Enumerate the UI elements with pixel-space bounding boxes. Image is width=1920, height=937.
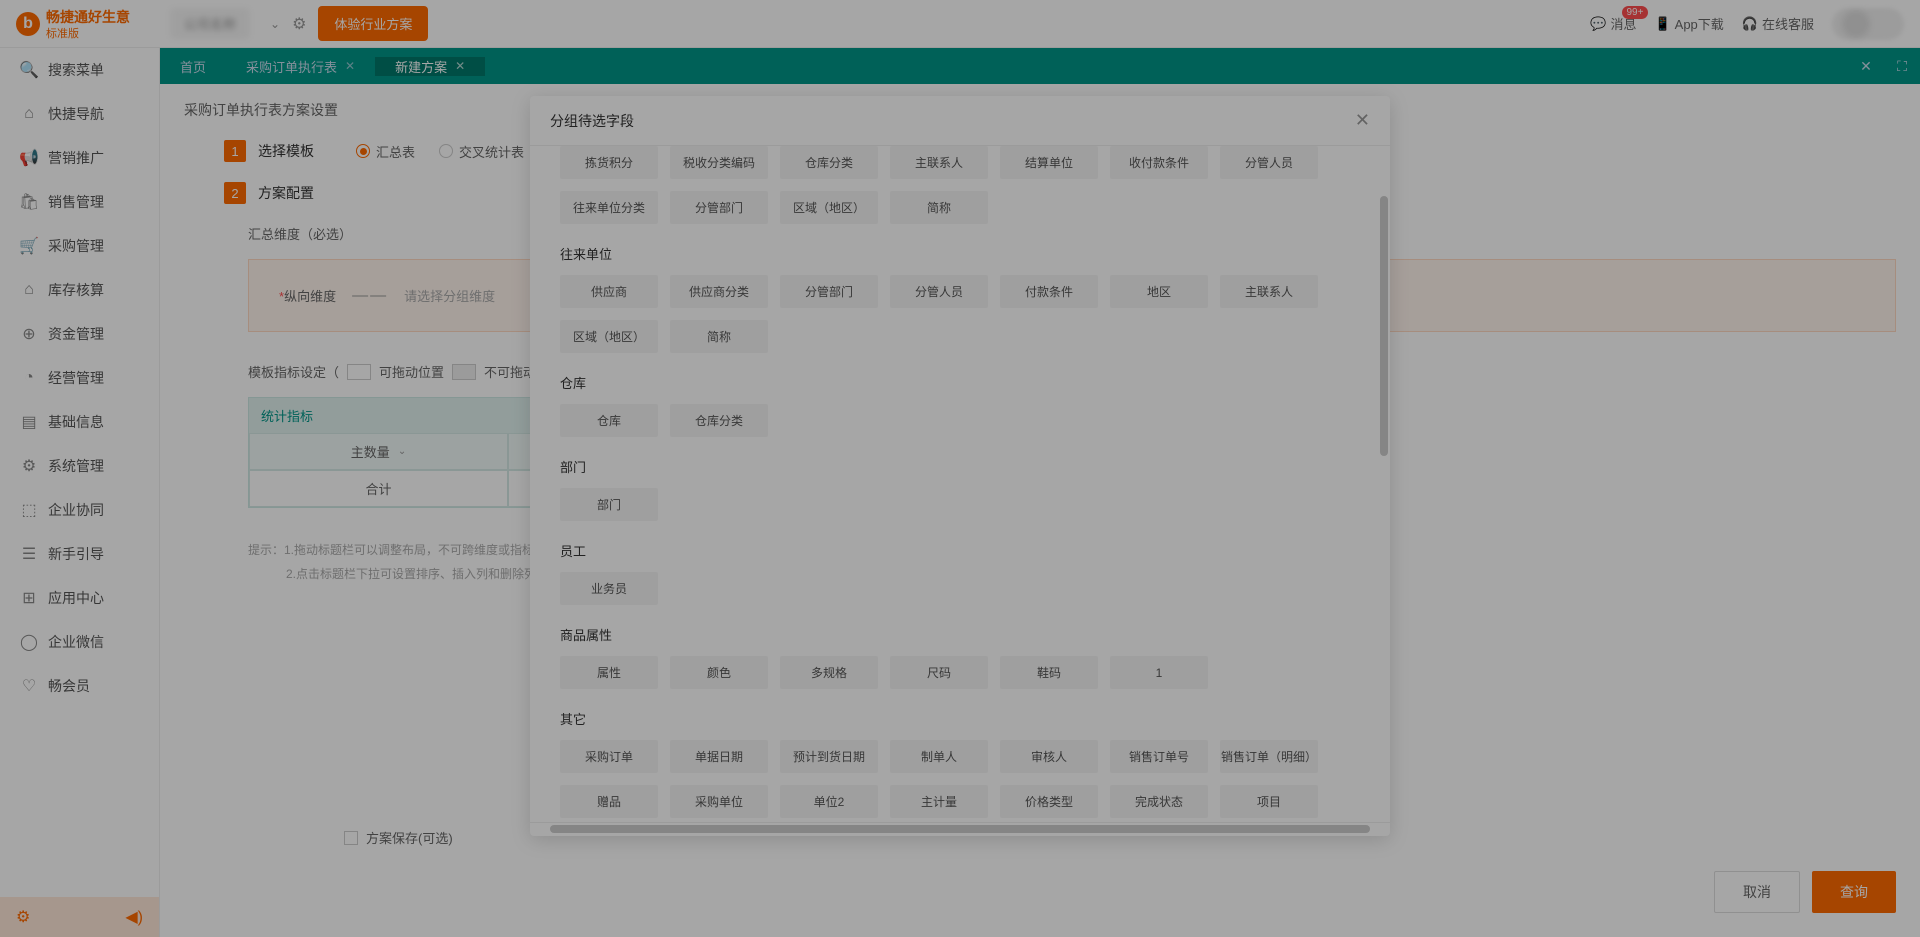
modal-overlay[interactable] — [0, 0, 1920, 937]
